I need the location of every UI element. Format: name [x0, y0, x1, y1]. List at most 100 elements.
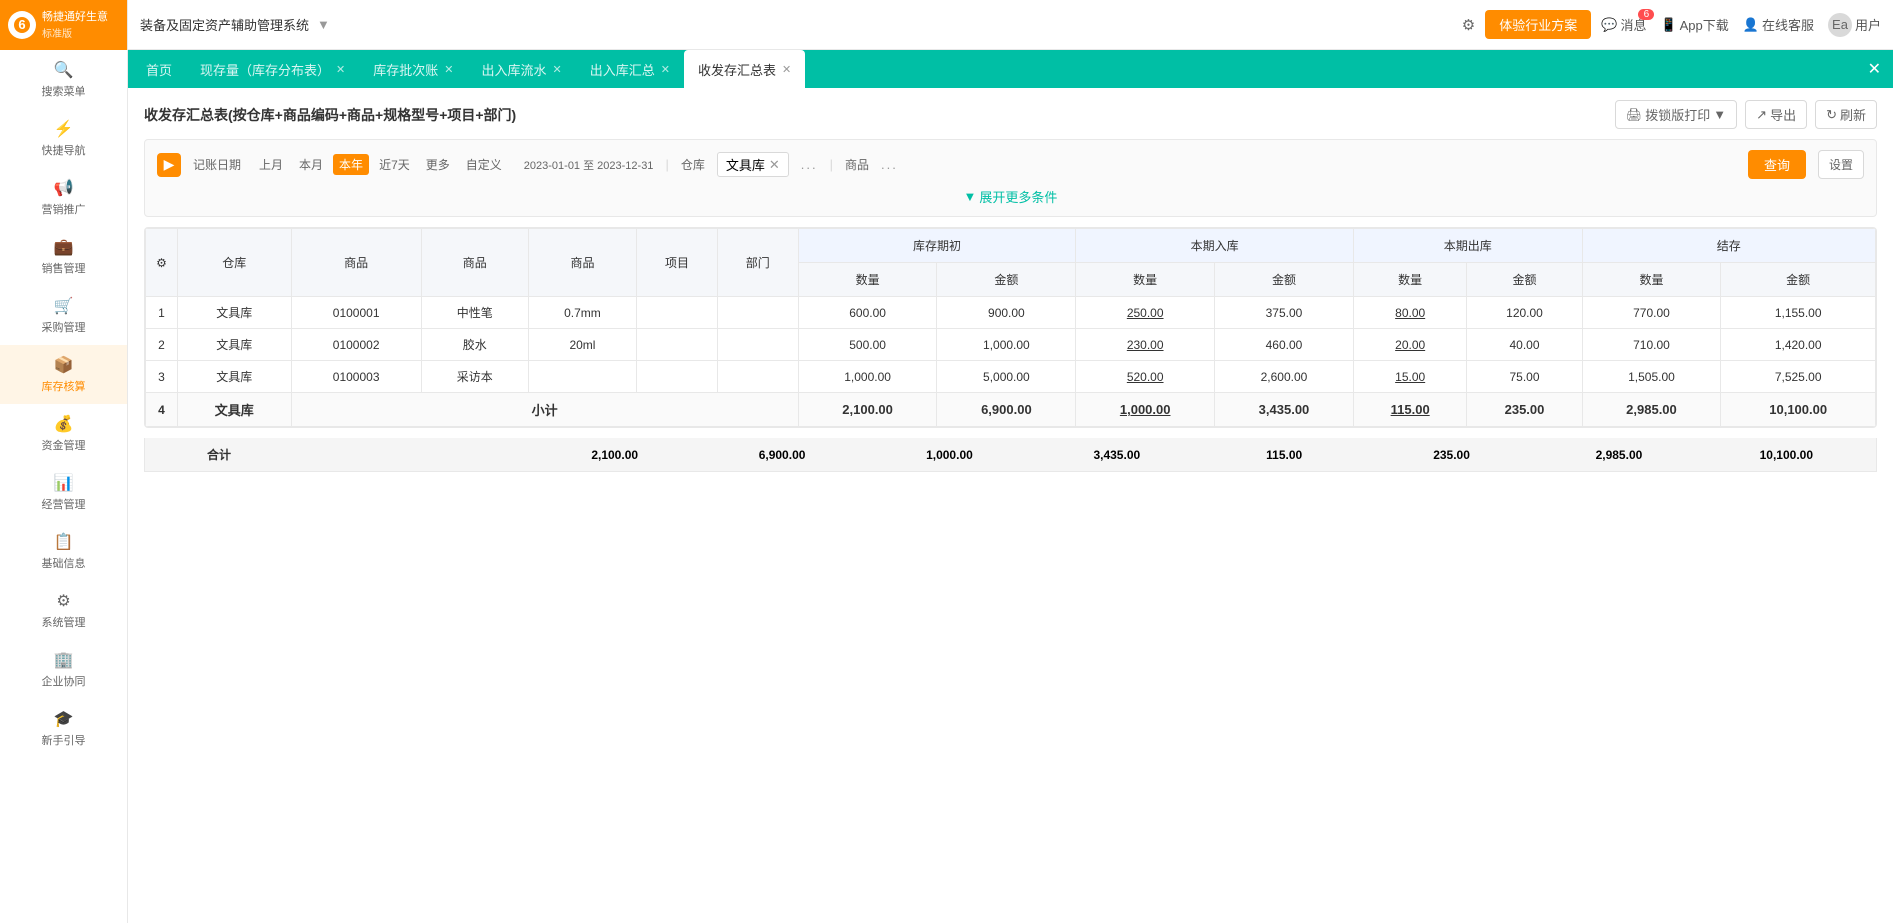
subtotal-out-qty[interactable]: 115.00	[1353, 393, 1467, 427]
subtotal-warehouse: 文具库	[178, 393, 292, 427]
row-code-0: 0100001	[291, 297, 421, 329]
print-button[interactable]: 🖨 拨锁版打印 ▼	[1615, 100, 1737, 129]
operations-icon: 📊	[54, 473, 74, 493]
row-project-0	[637, 297, 718, 329]
table-row: 1 文具库 0100001 中性笔 0.7mm 600.00 900.00 25…	[146, 297, 1876, 329]
subtotal-in-qty[interactable]: 1,000.00	[1076, 393, 1215, 427]
subtotal-label: 小计	[291, 393, 798, 427]
col-spec-header: 商品	[528, 229, 636, 297]
date-this-month[interactable]: 本月	[293, 154, 329, 175]
row-warehouse-0: 文具库	[178, 297, 292, 329]
row-in-qty-1[interactable]: 230.00	[1076, 329, 1215, 361]
sidebar-item-purchase[interactable]: 🛒 采购管理	[0, 286, 127, 345]
tab-batch[interactable]: 库存批次账✕	[359, 50, 467, 88]
topbar-dropdown-arrow[interactable]: ▼	[317, 17, 330, 32]
row-out-qty-2[interactable]: 15.00	[1353, 361, 1467, 393]
tab-home[interactable]: 首页	[132, 50, 186, 88]
tab-inout-flow[interactable]: 出入库流水✕	[467, 50, 575, 88]
trial-button[interactable]: 体验行业方案	[1485, 10, 1591, 39]
tab-recv-send-summary[interactable]: 收发存汇总表✕	[684, 50, 805, 88]
app-name: 畅捷通好生意	[42, 10, 108, 24]
warehouse-tag-remove[interactable]: ✕	[769, 157, 780, 173]
date-this-year[interactable]: 本年	[333, 154, 369, 175]
subtotal-bal-amt: 10,100.00	[1721, 393, 1876, 427]
tab-close-recv-send-summary[interactable]: ✕	[782, 63, 791, 76]
expand-more-conditions[interactable]: ▼ 展开更多条件	[157, 187, 1864, 206]
guide-label: 新手引导	[42, 732, 86, 748]
row-out-qty-1[interactable]: 20.00	[1353, 329, 1467, 361]
row-in-qty-2[interactable]: 520.00	[1076, 361, 1215, 393]
finance-icon: 💰	[54, 414, 74, 434]
online-service-action[interactable]: 👤 在线客服	[1743, 15, 1814, 34]
row-warehouse-1: 文具库	[178, 329, 292, 361]
message-icon: 💬	[1601, 17, 1617, 33]
row-in-qty-0[interactable]: 250.00	[1076, 297, 1215, 329]
user-action[interactable]: Ea 用户	[1828, 13, 1881, 37]
row-bal-qty-1: 710.00	[1582, 329, 1721, 361]
close-all-tabs-icon[interactable]: ✕	[1860, 59, 1889, 79]
query-button[interactable]: 查询	[1748, 150, 1806, 179]
warehouse-more-dots[interactable]: ...	[801, 157, 818, 172]
subtotal-open-qty: 2,100.00	[798, 393, 937, 427]
tab-close-inout-flow[interactable]: ✕	[553, 63, 562, 76]
page-title: 收发存汇总表(按仓库+商品编码+商品+规格型号+项目+部门)	[144, 105, 516, 125]
col-opening-group: 库存期初	[798, 229, 1076, 263]
sidebar-item-search[interactable]: 🔍 搜索菜单	[0, 50, 127, 109]
sidebar-item-basic-info[interactable]: 📋 基础信息	[0, 522, 127, 581]
user-avatar: Ea	[1828, 13, 1852, 37]
row-bal-qty-0: 770.00	[1582, 297, 1721, 329]
print-icon: 🖨	[1626, 107, 1643, 123]
tab-inventory-dist[interactable]: 现存量（库存分布表）✕	[186, 50, 359, 88]
refresh-button[interactable]: ↻ 刷新	[1815, 100, 1877, 129]
sidebar-item-finance[interactable]: 💰 资金管理	[0, 404, 127, 463]
quick-nav-icon: ⚡	[54, 119, 74, 139]
date-custom[interactable]: 自定义	[460, 154, 508, 175]
svg-text:6: 6	[18, 17, 25, 32]
message-action[interactable]: 💬 消息 6	[1601, 15, 1646, 34]
row-dept-0	[717, 297, 798, 329]
sidebar-item-quick-nav[interactable]: ⚡ 快捷导航	[0, 109, 127, 168]
footer-values: 2,100.00 6,900.00 1,000.00 3,435.00 115.…	[531, 448, 1870, 462]
row-name-0: 中性笔	[421, 297, 528, 329]
filter-settings-button[interactable]: 设置	[1818, 150, 1864, 179]
subtotal-bal-qty: 2,985.00	[1582, 393, 1721, 427]
filter-toggle-button[interactable]: ▶	[157, 153, 181, 177]
sidebar-item-system[interactable]: ⚙ 系统管理	[0, 581, 127, 640]
tab-label-home: 首页	[146, 60, 172, 79]
col-warehouse-header: 仓库	[178, 229, 292, 297]
sales-label: 销售管理	[42, 260, 86, 276]
quick-nav-label: 快捷导航	[42, 142, 86, 158]
app-download-action[interactable]: 📱 App下载	[1660, 15, 1728, 34]
sidebar-item-marketing[interactable]: 📢 营销推广	[0, 168, 127, 227]
date-last-7[interactable]: 近7天	[373, 154, 416, 175]
enterprise-icon: 🏢	[54, 650, 74, 670]
tab-close-inventory-dist[interactable]: ✕	[336, 63, 345, 76]
sidebar-item-sales[interactable]: 💼 销售管理	[0, 227, 127, 286]
date-prev-month[interactable]: 上月	[253, 154, 289, 175]
system-title-text: 装备及固定资产辅助管理系统	[140, 15, 309, 34]
row-bal-amt-1: 1,420.00	[1721, 329, 1876, 361]
footer-in-qty: 1,000.00	[913, 448, 985, 462]
goods-more-dots[interactable]: ...	[881, 157, 898, 172]
table-header-group-row: ⚙ 仓库 商品 商品 商品 项目 部门 库存期初 本期入库 本期出库 结存	[146, 229, 1876, 263]
col-in-group: 本期入库	[1076, 229, 1354, 263]
row-out-amt-1: 40.00	[1467, 329, 1582, 361]
date-more[interactable]: 更多	[420, 154, 456, 175]
row-out-qty-0[interactable]: 80.00	[1353, 297, 1467, 329]
tab-inout-summary[interactable]: 出入库汇总✕	[576, 50, 684, 88]
row-in-amt-0: 375.00	[1215, 297, 1354, 329]
export-button[interactable]: ↗ 导出	[1745, 100, 1807, 129]
system-label: 系统管理	[42, 614, 86, 630]
sidebar-item-operations[interactable]: 📊 经营管理	[0, 463, 127, 522]
tab-close-inout-summary[interactable]: ✕	[661, 63, 670, 76]
marketing-label: 营销推广	[42, 201, 86, 217]
row-dept-1	[717, 329, 798, 361]
col-open-amt-header: 金额	[937, 263, 1076, 297]
col-in-amt-header: 金额	[1215, 263, 1354, 297]
sidebar-item-enterprise[interactable]: 🏢 企业协同	[0, 640, 127, 699]
sidebar-item-guide[interactable]: 🎓 新手引导	[0, 699, 127, 758]
sidebar-item-inventory[interactable]: 📦 库存核算	[0, 345, 127, 404]
tab-close-batch[interactable]: ✕	[444, 63, 453, 76]
col-settings-header[interactable]: ⚙	[146, 229, 178, 297]
settings-icon[interactable]: ⚙	[1462, 16, 1475, 34]
